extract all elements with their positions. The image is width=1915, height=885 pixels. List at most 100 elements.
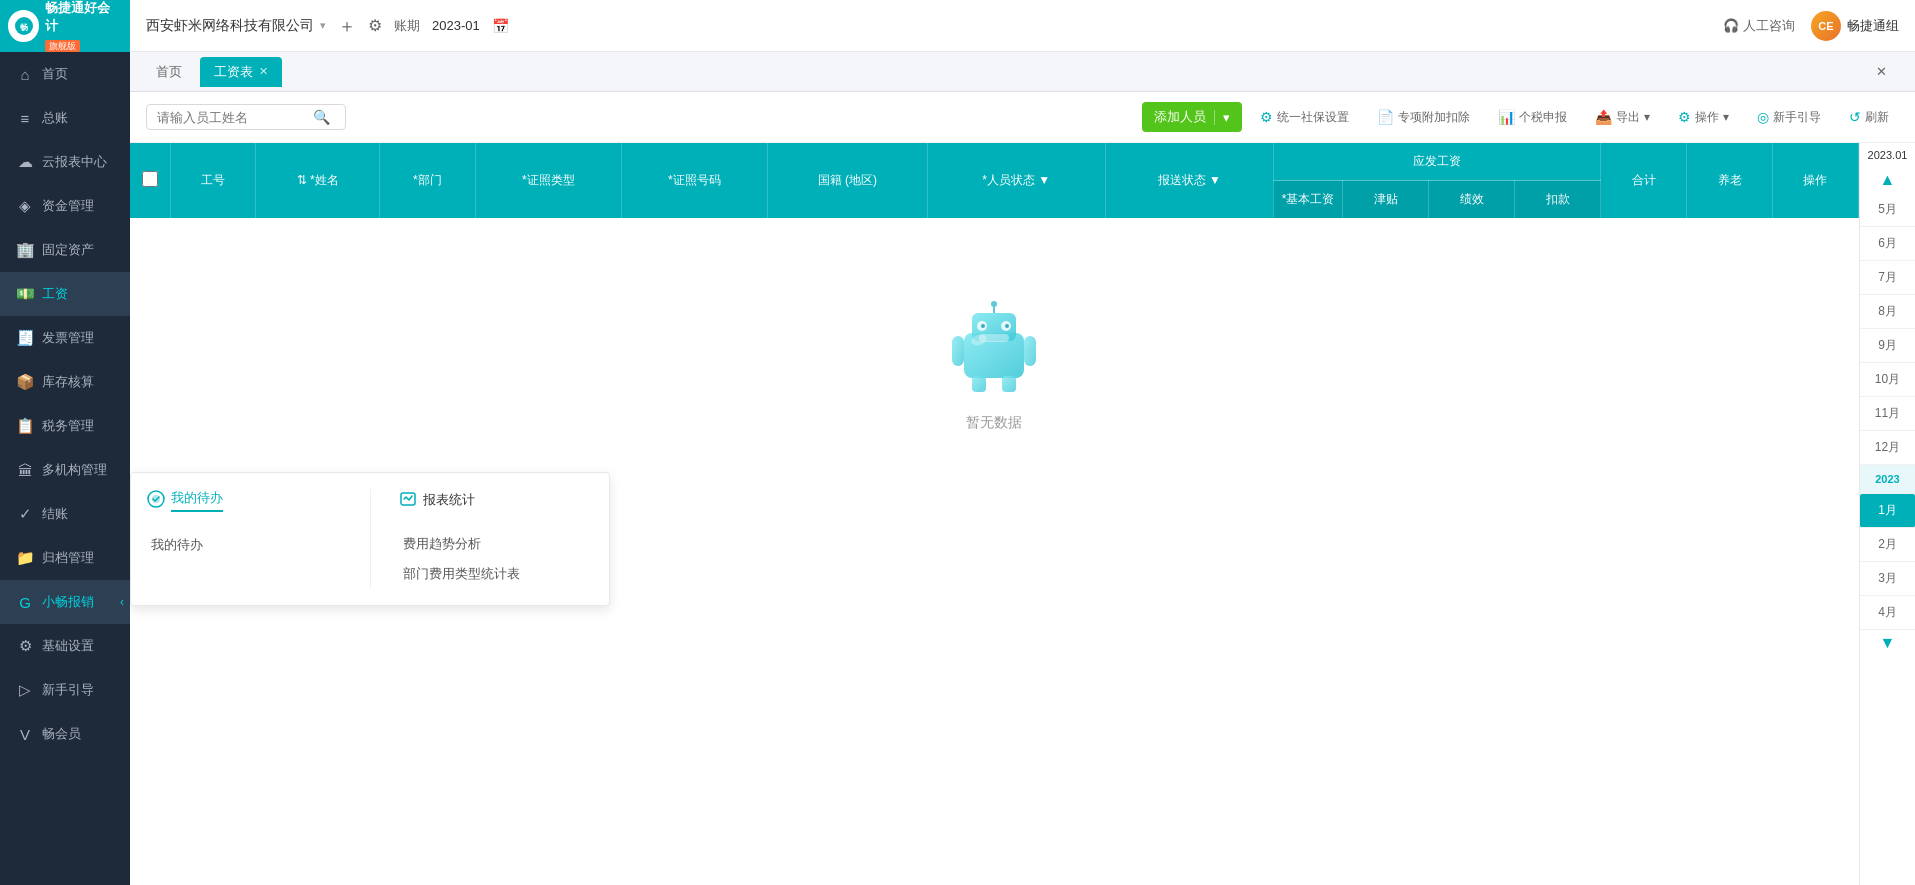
popup-section-todolist-label: 我的待办: [171, 489, 223, 512]
add-person-dropdown-arrow[interactable]: ▾: [1214, 110, 1230, 125]
tab-salary-close[interactable]: ✕: [259, 65, 268, 78]
svg-text:畅: 畅: [20, 23, 28, 32]
popup-link-dept-expense-stats[interactable]: 部门费用类型统计表: [399, 559, 594, 589]
company-selector[interactable]: 西安虾米网络科技有限公司 ▾: [146, 17, 326, 35]
sidebar-item-fund[interactable]: ◈ 资金管理: [0, 184, 130, 228]
fund-icon: ◈: [16, 197, 34, 215]
sidebar-nav: ⌂ 首页 ≡ 总账 ☁ 云报表中心 ◈ 资金管理 🏢 固定资产 💵 工资 🧾 发…: [0, 52, 130, 885]
refresh-icon: ↺: [1849, 109, 1861, 125]
dropdown-popup: 我的待办 我的待办 报表统计 费用趋势分析 部门费用类型统计表: [130, 472, 610, 606]
month-nav-down[interactable]: ▼: [1860, 630, 1915, 656]
popup-link-expense-trend[interactable]: 费用趋势分析: [399, 529, 594, 559]
salary-icon: 💵: [16, 285, 34, 303]
sidebar-item-invoice-label: 发票管理: [42, 329, 94, 347]
multi-org-icon: 🏛: [16, 462, 34, 479]
close-all-button[interactable]: ✕: [1860, 58, 1903, 85]
th-name-sort[interactable]: ⇅: [297, 173, 307, 187]
special-deduction-label: 专项附加扣除: [1398, 109, 1470, 126]
sidebar-item-settle[interactable]: ✓ 结账: [0, 492, 130, 536]
tax-report-button[interactable]: 📊 个税申报: [1488, 104, 1577, 131]
person-status-filter-icon[interactable]: ▼: [1038, 173, 1050, 187]
special-deduction-button[interactable]: 📄 专项附加扣除: [1367, 104, 1480, 131]
content-toolbar: 🔍 添加人员 ▾ ⚙ 统一社保设置 📄 专项附加扣除 📊 个税申报: [130, 92, 1915, 143]
company-dropdown-arrow: ▾: [320, 19, 326, 32]
settle-icon: ✓: [16, 505, 34, 523]
tab-salary[interactable]: 工资表 ✕: [200, 57, 282, 87]
month-item-3[interactable]: 3月: [1860, 562, 1915, 596]
content-area: 🔍 添加人员 ▾ ⚙ 统一社保设置 📄 专项附加扣除 📊 个税申报: [130, 92, 1915, 885]
period-value: 2023-01: [432, 18, 480, 33]
select-all-checkbox[interactable]: [142, 171, 158, 187]
tab-home[interactable]: 首页: [142, 57, 196, 87]
headset-icon: 🎧: [1723, 18, 1739, 33]
new-guide-btn-icon: ◎: [1757, 109, 1769, 125]
sidebar-item-archive-label: 归档管理: [42, 549, 94, 567]
report-status-filter-icon[interactable]: ▼: [1209, 173, 1221, 187]
logo-icon: 畅: [8, 10, 39, 42]
settings-button[interactable]: ⚙: [368, 16, 382, 35]
sidebar-item-archive[interactable]: 📁 归档管理: [0, 536, 130, 580]
social-security-button[interactable]: ⚙ 统一社保设置: [1250, 104, 1359, 131]
user-info[interactable]: CE 畅捷通组: [1811, 11, 1899, 41]
svg-point-10: [991, 301, 997, 307]
month-item-11[interactable]: 11月: [1860, 397, 1915, 431]
svg-rect-13: [972, 376, 986, 392]
logo-title: 畅捷通好会计: [45, 0, 122, 35]
sidebar-item-fixed-assets[interactable]: 🏢 固定资产: [0, 228, 130, 272]
add-person-button[interactable]: 添加人员 ▾: [1142, 102, 1242, 132]
month-item-1-active[interactable]: 1月: [1860, 494, 1915, 528]
th-person-status: *人员状态 ▼: [927, 143, 1105, 218]
service-button[interactable]: 🎧 人工咨询: [1723, 17, 1795, 35]
sidebar-item-fund-label: 资金管理: [42, 197, 94, 215]
month-item-10[interactable]: 10月: [1860, 363, 1915, 397]
add-company-button[interactable]: ＋: [338, 14, 356, 38]
empty-text: 暂无数据: [966, 414, 1022, 432]
sidebar-item-invoice[interactable]: 🧾 发票管理: [0, 316, 130, 360]
popup-section-reports: 报表统计 费用趋势分析 部门费用类型统计表: [399, 489, 594, 589]
sidebar-item-ledger[interactable]: ≡ 总账: [0, 96, 130, 140]
month-nav-up[interactable]: ▲: [1860, 167, 1915, 193]
topbar-right: 🎧 人工咨询 CE 畅捷通组: [1723, 11, 1899, 41]
checkbox-header[interactable]: [130, 143, 170, 218]
search-input[interactable]: [157, 110, 307, 125]
sidebar-item-salary[interactable]: 💵 工资: [0, 272, 130, 316]
month-item-4[interactable]: 4月: [1860, 596, 1915, 630]
th-base-salary: *基本工资: [1273, 181, 1343, 219]
refresh-button[interactable]: ↺ 刷新: [1839, 104, 1899, 131]
month-item-8[interactable]: 8月: [1860, 295, 1915, 329]
export-label: 导出: [1616, 109, 1640, 126]
new-guide-button[interactable]: ◎ 新手引导: [1747, 104, 1831, 131]
sidebar-item-ledger-label: 总账: [42, 109, 68, 127]
export-button[interactable]: 📤 导出 ▾: [1585, 104, 1660, 131]
th-report-status: 报送状态 ▼: [1105, 143, 1273, 218]
expense-icon: G: [16, 594, 34, 611]
sidebar: 畅 畅捷通好会计 旗舰版 ⌂ 首页 ≡ 总账 ☁ 云报表中心 ◈ 资金管理 🏢 …: [0, 0, 130, 885]
th-performance: 绩效: [1429, 181, 1515, 219]
month-item-7[interactable]: 7月: [1860, 261, 1915, 295]
month-item-2[interactable]: 2月: [1860, 528, 1915, 562]
month-item-9[interactable]: 9月: [1860, 329, 1915, 363]
sidebar-item-member[interactable]: V 畅会员: [0, 712, 130, 756]
cloud-icon: ☁: [16, 153, 34, 171]
operation-button[interactable]: ⚙ 操作 ▾: [1668, 104, 1739, 131]
sidebar-item-cloud-report[interactable]: ☁ 云报表中心: [0, 140, 130, 184]
calendar-icon[interactable]: 📅: [492, 18, 509, 34]
popup-link-my-todolist[interactable]: 我的待办: [147, 530, 342, 560]
sidebar-item-tax[interactable]: 📋 税务管理: [0, 404, 130, 448]
add-person-label: 添加人员: [1154, 108, 1206, 126]
tabbar: 首页 工资表 ✕ ✕: [130, 52, 1915, 92]
search-box[interactable]: 🔍: [146, 104, 346, 130]
sidebar-item-basic-settings[interactable]: ⚙ 基础设置: [0, 624, 130, 668]
month-item-5[interactable]: 5月: [1860, 193, 1915, 227]
ledger-icon: ≡: [16, 110, 34, 127]
month-item-6[interactable]: 6月: [1860, 227, 1915, 261]
svg-rect-11: [952, 336, 964, 366]
sidebar-item-new-guide[interactable]: ▷ 新手引导: [0, 668, 130, 712]
popup-section-reports-label: 报表统计: [423, 491, 475, 509]
sidebar-item-inventory[interactable]: 📦 库存核算: [0, 360, 130, 404]
month-item-12[interactable]: 12月: [1860, 431, 1915, 465]
year-2023-label: 2023: [1860, 465, 1915, 494]
sidebar-item-home[interactable]: ⌂ 首页: [0, 52, 130, 96]
sidebar-item-multi-org[interactable]: 🏛 多机构管理: [0, 448, 130, 492]
sidebar-item-expense[interactable]: G 小畅报销 ‹: [0, 580, 130, 624]
